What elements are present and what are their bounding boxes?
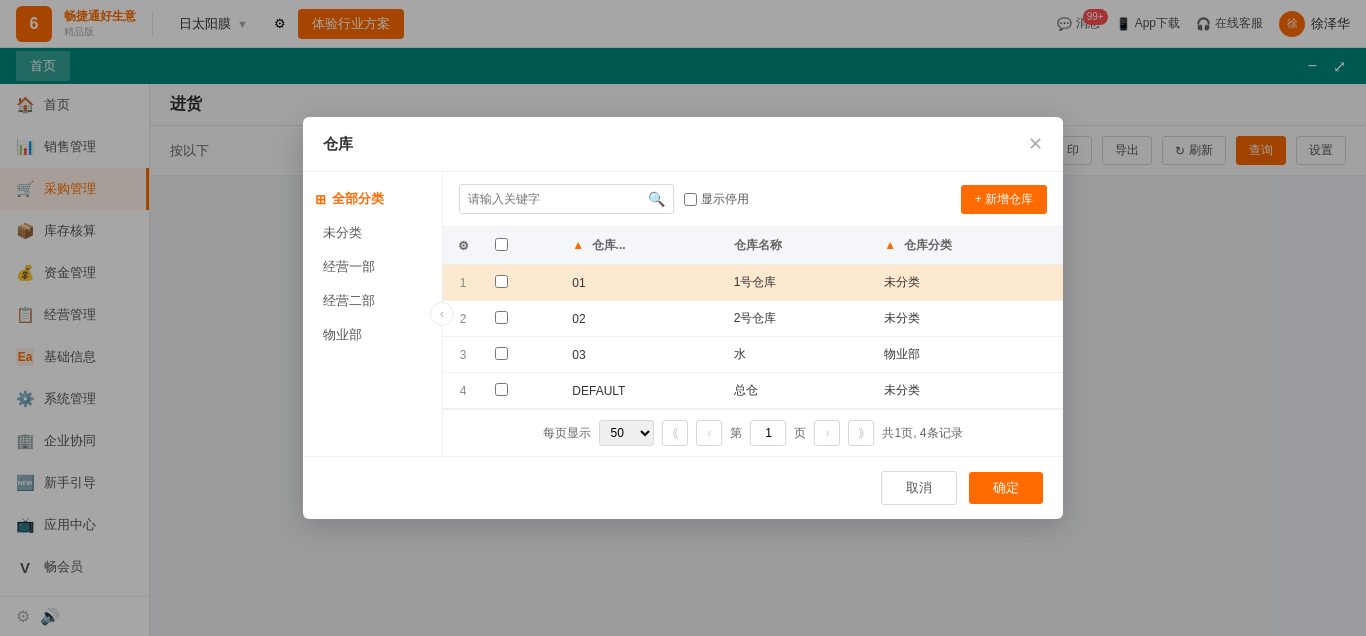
category-sidebar: ⊞ 全部分类 未分类 经营一部 经营二部 物业部 ‹	[303, 172, 443, 456]
warehouse-table: ⚙ ▲ 仓库... 仓库名称	[443, 227, 1063, 409]
row-category: 物业部	[872, 337, 1063, 373]
confirm-btn[interactable]: 确定	[969, 472, 1043, 504]
page-total-info: 共1页, 4条记录	[882, 425, 962, 442]
row-checkbox[interactable]	[483, 301, 560, 337]
row-name: 水	[722, 337, 872, 373]
row-checkbox[interactable]	[483, 265, 560, 301]
all-categories[interactable]: ⊞ 全部分类	[303, 182, 442, 216]
warehouse-modal: 仓库 ✕ ⊞ 全部分类 未分类 经营一部 经营二部	[303, 117, 1063, 519]
row-category: 未分类	[872, 301, 1063, 337]
modal-body: ⊞ 全部分类 未分类 经营一部 经营二部 物业部 ‹	[303, 172, 1063, 456]
th-code[interactable]: ▲ 仓库...	[560, 227, 721, 265]
modal-main-panel: 🔍 显示停用 + 新增仓库 ⚙	[443, 172, 1063, 456]
modal-overlay[interactable]: 仓库 ✕ ⊞ 全部分类 未分类 经营一部 经营二部	[0, 0, 1366, 636]
table-body: 1 01 1号仓库 未分类 2 02 2号仓库	[443, 265, 1063, 409]
table-header: ⚙ ▲ 仓库... 仓库名称	[443, 227, 1063, 265]
modal-action-footer: 取消 确定	[303, 456, 1063, 519]
table-row[interactable]: 4 DEFAULT 总仓 未分类	[443, 373, 1063, 409]
sort-icon: ▲	[572, 238, 584, 252]
row-code: 03	[560, 337, 721, 373]
page-number-input[interactable]	[750, 420, 786, 446]
row-category: 未分类	[872, 373, 1063, 409]
search-icon: 🔍	[648, 191, 665, 207]
modal-toolbar: 🔍 显示停用 + 新增仓库	[443, 172, 1063, 227]
modal-header: 仓库 ✕	[303, 117, 1063, 172]
select-all-checkbox[interactable]	[495, 238, 508, 251]
page-last-btn[interactable]: ⟫	[848, 420, 874, 446]
table-row[interactable]: 1 01 1号仓库 未分类	[443, 265, 1063, 301]
warehouse-table-wrap: ⚙ ▲ 仓库... 仓库名称	[443, 227, 1063, 409]
row-num: 4	[443, 373, 483, 409]
th-checkbox	[483, 227, 560, 265]
row-checkbox[interactable]	[483, 337, 560, 373]
table-pagination: 每页显示 50 20 100 ⟪ ‹ 第 页 › ⟫ 共1页, 4条记录	[443, 409, 1063, 456]
row-name: 总仓	[722, 373, 872, 409]
modal-close-btn[interactable]: ✕	[1028, 133, 1043, 155]
row-checkbox[interactable]	[483, 373, 560, 409]
th-category[interactable]: ▲ 仓库分类	[872, 227, 1063, 265]
page-size-select[interactable]: 50 20 100	[599, 420, 654, 446]
row-category: 未分类	[872, 265, 1063, 301]
row-code: 02	[560, 301, 721, 337]
search-box: 🔍	[459, 184, 674, 214]
row-code: DEFAULT	[560, 373, 721, 409]
th-name[interactable]: 仓库名称	[722, 227, 872, 265]
cat-item-ops1[interactable]: 经营一部	[303, 250, 442, 284]
row-code: 01	[560, 265, 721, 301]
page-next-btn[interactable]: ›	[814, 420, 840, 446]
show-disabled-label[interactable]: 显示停用	[684, 191, 749, 208]
modal-title: 仓库	[323, 135, 353, 154]
grid-icon: ⊞	[315, 192, 326, 207]
show-disabled-checkbox[interactable]	[684, 193, 697, 206]
sort-icon-cat: ▲	[884, 238, 896, 252]
add-warehouse-btn[interactable]: + 新增仓库	[961, 185, 1047, 214]
cat-item-ops2[interactable]: 经营二部	[303, 284, 442, 318]
row-num: 3	[443, 337, 483, 373]
th-gear: ⚙	[443, 227, 483, 265]
page-prev-btn[interactable]: ‹	[696, 420, 722, 446]
table-row[interactable]: 3 03 水 物业部	[443, 337, 1063, 373]
row-name: 2号仓库	[722, 301, 872, 337]
cancel-btn[interactable]: 取消	[881, 471, 957, 505]
row-name: 1号仓库	[722, 265, 872, 301]
table-row[interactable]: 2 02 2号仓库 未分类	[443, 301, 1063, 337]
gear-icon: ⚙	[458, 239, 469, 253]
search-icon-btn[interactable]: 🔍	[640, 191, 673, 207]
search-input[interactable]	[460, 192, 640, 206]
cat-item-property[interactable]: 物业部	[303, 318, 442, 352]
cat-collapse-btn[interactable]: ‹	[430, 302, 454, 326]
page-first-btn[interactable]: ⟪	[662, 420, 688, 446]
cat-item-unclassified[interactable]: 未分类	[303, 216, 442, 250]
row-num: 1	[443, 265, 483, 301]
